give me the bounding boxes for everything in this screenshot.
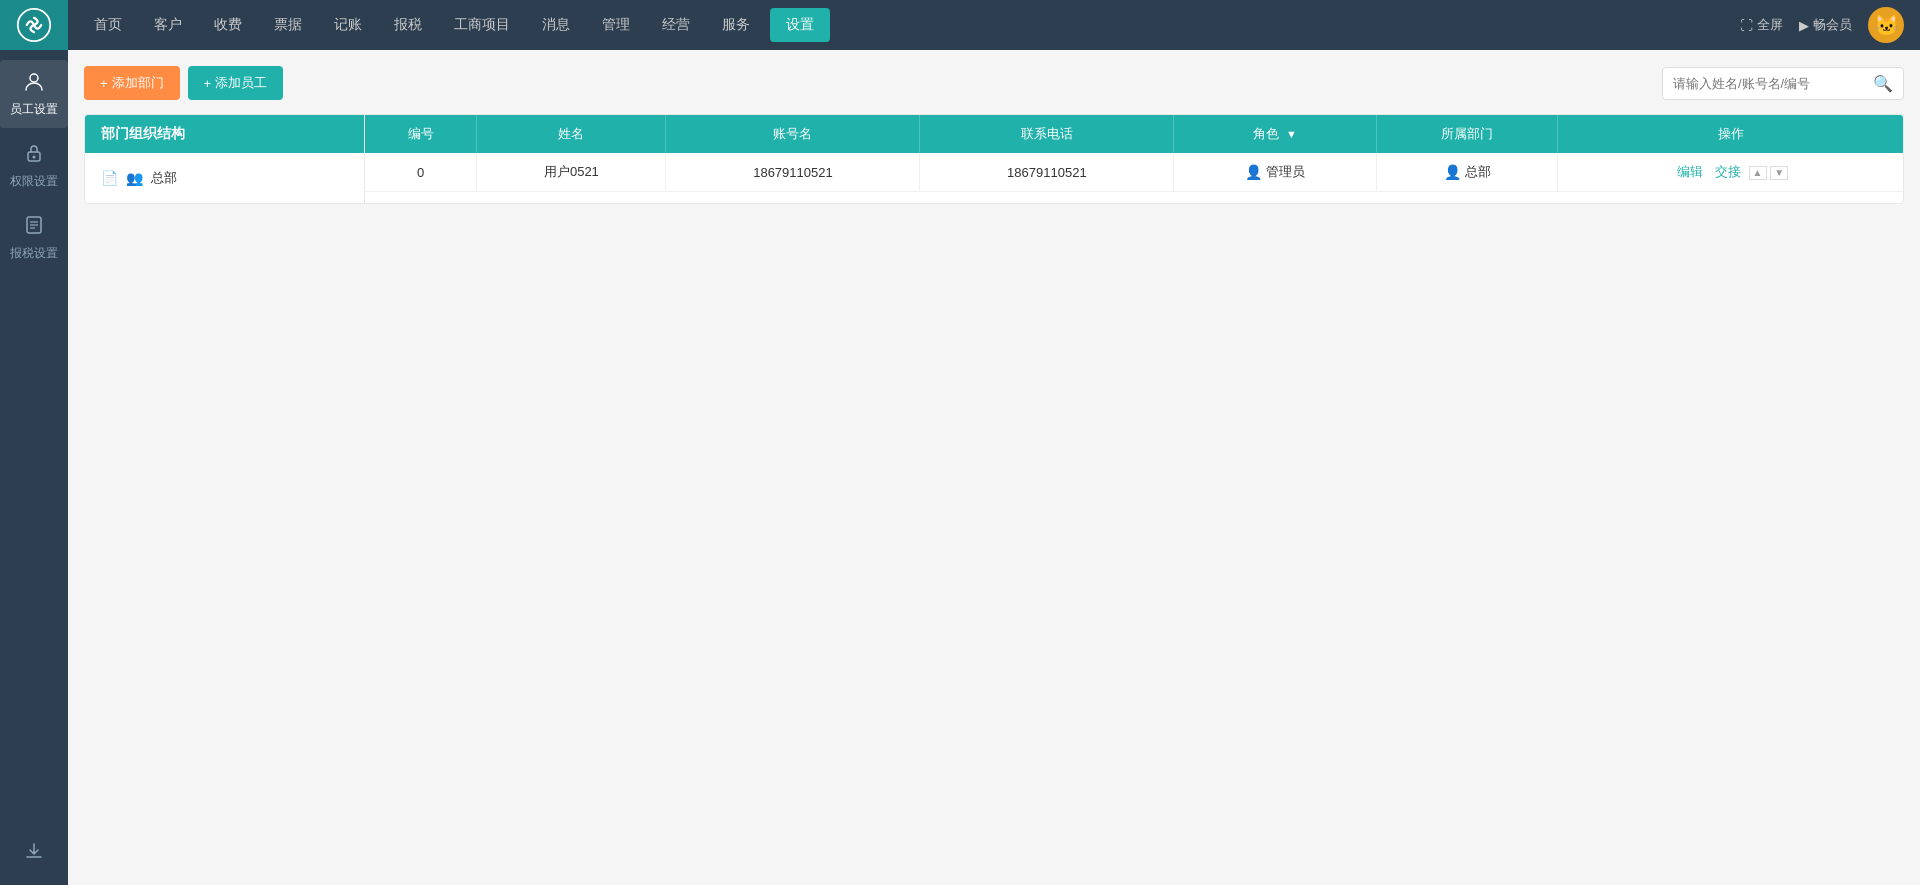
col-header-phone: 联系电话 [920,115,1174,153]
nav-item-business[interactable]: 工商项目 [438,0,526,50]
dept-person-icon: 👤 [1444,164,1461,180]
content-area: + 添加部门 + 添加员工 🔍 部门组织结构 📄 👥 [68,50,1920,885]
sidebar-item-permissions[interactable]: 权限设置 [0,132,68,200]
sidebar: 员工设置 权限设置 报税设置 [0,50,68,885]
dept-header: 部门组织结构 [85,115,364,153]
nav-item-tax[interactable]: 报税 [378,0,438,50]
col-header-name: 姓名 [477,115,666,153]
nav-right: ⛶ 全屏 ▶ 畅会员 🐱 [1740,7,1920,43]
fullscreen-icon: ⛶ [1740,18,1753,33]
toolbar: + 添加部门 + 添加员工 🔍 [84,66,1904,100]
table-row: 0 用户0521 18679110521 18679110521 👤 管理员 [365,153,1903,192]
nav-item-billing[interactable]: 收费 [198,0,258,50]
cell-role: 👤 管理员 [1174,153,1377,192]
top-nav: 首页 客户 收费 票据 记账 报税 工商项目 消息 管理 经营 服务 设置 ⛶ … [0,0,1920,50]
scroll-down-btn[interactable]: ▼ [1770,166,1788,180]
nav-item-message[interactable]: 消息 [526,0,586,50]
dept-user-icon: 👥 [126,170,143,186]
cell-name: 用户0521 [477,153,666,192]
sidebar-item-tax-label: 报税设置 [10,245,58,262]
add-dept-button[interactable]: + 添加部门 [84,66,180,100]
filter-icon: ▼ [1286,128,1297,140]
svg-point-3 [33,156,36,159]
dept-item-label: 总部 [151,169,177,187]
transfer-link[interactable]: 交接 [1715,164,1741,179]
avatar[interactable]: 🐱 [1868,7,1904,43]
fullscreen-label: 全屏 [1757,16,1783,34]
download-icon [23,840,45,865]
nav-item-bookkeeping[interactable]: 记账 [318,0,378,50]
scroll-control: ▲ ▼ [1749,164,1788,179]
plus-icon: + [100,76,108,91]
table-header-row: 编号 姓名 账号名 联系电话 角色 ▼ 所属部门 操作 [365,115,1903,153]
cell-actions: 编辑 交接 ▲ ▼ [1558,153,1903,192]
search-box: 🔍 [1662,67,1904,100]
dept-panel: 部门组织结构 📄 👥 总部 [85,115,365,203]
nav-item-customer[interactable]: 客户 [138,0,198,50]
sidebar-item-tax-settings[interactable]: 报税设置 [0,204,68,272]
search-input[interactable] [1663,70,1863,97]
col-header-role[interactable]: 角色 ▼ [1174,115,1377,153]
svg-point-1 [30,74,38,82]
edit-link[interactable]: 编辑 [1677,164,1703,179]
nav-item-invoice[interactable]: 票据 [258,0,318,50]
lock-icon [23,142,45,169]
search-button[interactable]: 🔍 [1863,68,1903,99]
tax-settings-icon [23,214,45,241]
cell-id: 0 [365,153,477,192]
cell-dept: 👤 总部 [1376,153,1558,192]
vip-icon: ▶ [1799,18,1809,33]
scroll-up-btn[interactable]: ▲ [1749,166,1767,180]
fullscreen-btn[interactable]: ⛶ 全屏 [1740,16,1783,34]
main-layout: 员工设置 权限设置 报税设置 [0,50,1920,885]
employee-icon [23,70,45,97]
nav-item-settings[interactable]: 设置 [770,8,830,42]
nav-item-manage[interactable]: 管理 [586,0,646,50]
vip-btn[interactable]: ▶ 畅会员 [1799,16,1852,34]
sidebar-item-permissions-label: 权限设置 [10,173,58,190]
sidebar-item-employee-label: 员工设置 [10,101,58,118]
employee-table-panel: 编号 姓名 账号名 联系电话 角色 ▼ 所属部门 操作 [365,115,1903,203]
role-user-icon: 👤 [1245,164,1262,180]
plus-icon2: + [204,76,212,91]
employee-layout: 部门组织结构 📄 👥 总部 编号 姓名 账号名 [84,114,1904,204]
cell-account: 18679110521 [666,153,920,192]
employee-table: 编号 姓名 账号名 联系电话 角色 ▼ 所属部门 操作 [365,115,1903,192]
nav-item-home[interactable]: 首页 [78,0,138,50]
sidebar-item-employee[interactable]: 员工设置 [0,60,68,128]
nav-item-operation[interactable]: 经营 [646,0,706,50]
col-header-id: 编号 [365,115,477,153]
col-header-account: 账号名 [666,115,920,153]
col-header-dept: 所属部门 [1376,115,1558,153]
sidebar-bottom-btn[interactable] [0,830,68,875]
dept-item-headquarters[interactable]: 📄 👥 总部 [85,161,364,195]
cell-phone: 18679110521 [920,153,1174,192]
logo-area[interactable] [0,0,68,50]
nav-item-service[interactable]: 服务 [706,0,766,50]
col-header-action: 操作 [1558,115,1903,153]
file-icon: 📄 [101,170,118,186]
add-emp-button[interactable]: + 添加员工 [188,66,284,100]
nav-items: 首页 客户 收费 票据 记账 报税 工商项目 消息 管理 经营 服务 设置 [68,0,1740,50]
vip-label: 畅会员 [1813,16,1852,34]
dept-tree: 📄 👥 总部 [85,153,364,203]
